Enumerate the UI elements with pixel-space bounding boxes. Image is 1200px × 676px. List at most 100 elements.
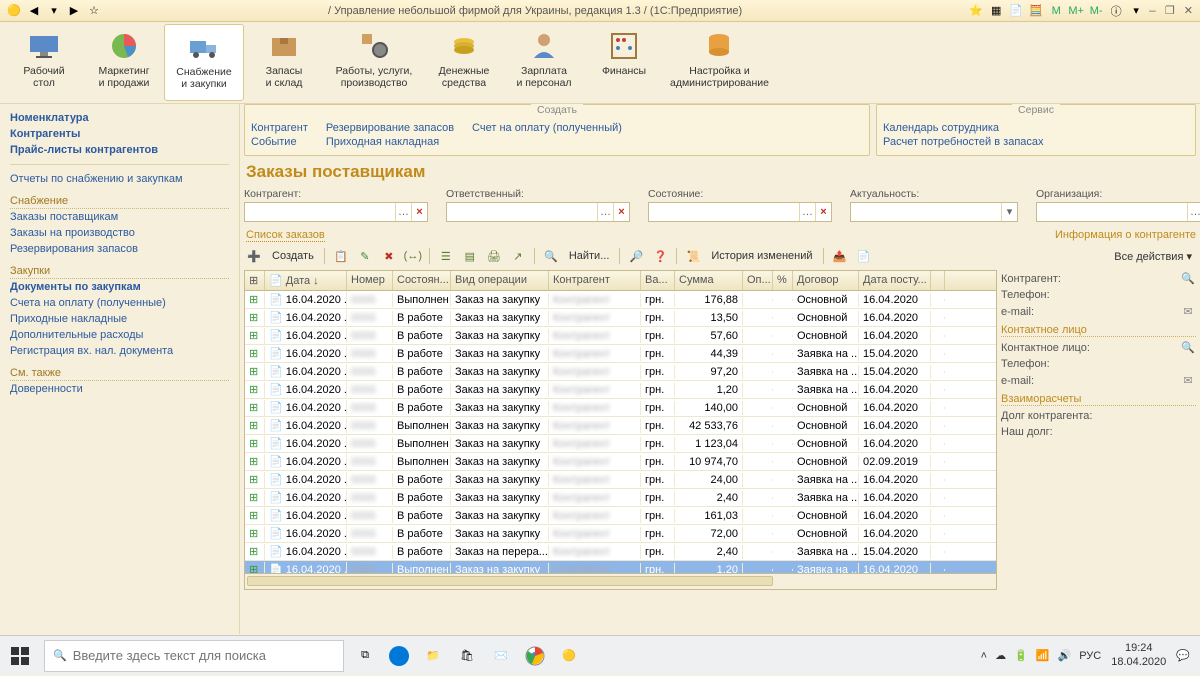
1c-icon[interactable]: 🟡 <box>552 636 586 676</box>
explorer-icon[interactable]: 📁 <box>416 636 450 676</box>
close-button[interactable]: ✕ <box>1184 6 1193 18</box>
col-pct[interactable]: % <box>773 271 793 290</box>
sidebar-item-contragents[interactable]: Контрагенты <box>10 126 229 142</box>
copy-icon[interactable]: 📋 <box>331 246 351 266</box>
clear-icon[interactable]: × <box>411 203 427 221</box>
select-icon[interactable]: … <box>799 203 815 221</box>
clear-icon[interactable]: × <box>815 203 831 221</box>
create-invoice[interactable]: Счет на оплату (полученный) <box>472 121 622 135</box>
filter-input-responsible[interactable] <box>447 206 597 218</box>
section-salary[interactable]: Зарплатаи персонал <box>504 24 584 101</box>
col-date[interactable]: 📄 Дата ↓ <box>265 271 347 290</box>
store-icon[interactable]: 🛍 <box>450 636 484 676</box>
col-state[interactable]: Состоян... <box>393 271 451 290</box>
table-row[interactable]: ⊞📄 16.04.2020 ...0000ВыполненЗаказ на за… <box>245 453 996 471</box>
task-view-icon[interactable]: ⧉ <box>348 636 382 676</box>
email-icon[interactable]: ✉ <box>1180 305 1196 318</box>
table-row[interactable]: ⊞📄 16.04.2020 ...0000ВыполненЗаказ на за… <box>245 435 996 453</box>
table-row[interactable]: ⊞📄 16.04.2020 ...0000В работеЗаказ на за… <box>245 471 996 489</box>
table-row[interactable]: ⊞📄 16.04.2020 ...0000В работеЗаказ на за… <box>245 309 996 327</box>
section-desktop[interactable]: Рабочийстол <box>4 24 84 101</box>
info-icon[interactable]: ⓘ <box>1109 4 1123 18</box>
back-icon[interactable]: ◀ <box>27 4 41 18</box>
taskbar-search[interactable]: 🔍 <box>44 640 344 672</box>
dropdown-icon[interactable]: ▾ <box>1001 203 1017 221</box>
favorite-icon[interactable]: ☆ <box>87 4 101 18</box>
history-button[interactable]: История изменений <box>707 250 816 262</box>
sidebar-item-reports[interactable]: Отчеты по снабжению и закупкам <box>10 171 229 187</box>
sidebar-item-invoices[interactable]: Счета на оплату (полученные) <box>10 295 229 311</box>
section-money[interactable]: Денежныесредства <box>424 24 504 101</box>
minimize-button[interactable]: — <box>1149 6 1156 18</box>
horizontal-scrollbar[interactable] <box>244 574 997 590</box>
clear-icon[interactable]: × <box>613 203 629 221</box>
delete-icon[interactable]: ✖ <box>379 246 399 266</box>
table-row[interactable]: ⊞📄 16.04.2020 ...0000В работеЗаказ на за… <box>245 399 996 417</box>
section-supply[interactable]: Снабжениеи закупки <box>164 24 244 101</box>
settings-icon[interactable]: 📄 <box>854 246 874 266</box>
table-row[interactable]: ⊞📄 16.04.2020 ...0000В работеЗаказ на за… <box>245 363 996 381</box>
tab-order-list[interactable]: Список заказов <box>246 229 325 242</box>
col-icon[interactable]: ⊞ <box>245 271 265 290</box>
section-admin[interactable]: Настройка иадминистрирование <box>664 24 775 101</box>
sidebar-item-receipts[interactable]: Приходные накладные <box>10 311 229 327</box>
notifications-icon[interactable]: 💬 <box>1176 649 1190 662</box>
create-receipt[interactable]: Приходная накладная <box>326 135 454 149</box>
select-icon[interactable]: … <box>1187 203 1200 221</box>
refresh-icon[interactable]: (↔) <box>403 246 423 266</box>
history-icon[interactable]: 📜 <box>683 246 703 266</box>
edit-icon[interactable]: ✎ <box>355 246 375 266</box>
table-row[interactable]: ⊞📄 16.04.2020 ...0000В работеЗаказ на за… <box>245 489 996 507</box>
start-button[interactable] <box>0 636 40 676</box>
sidebar-item-pricelists[interactable]: Прайс-листы контрагентов <box>10 142 229 158</box>
magnifier-icon[interactable]: 🔍 <box>1180 341 1196 354</box>
mail-icon[interactable]: ✉️ <box>484 636 518 676</box>
maximize-button[interactable]: ❐ <box>1165 6 1175 18</box>
service-needs[interactable]: Расчет потребностей в запасах <box>883 135 1189 149</box>
help-icon[interactable]: ❓ <box>650 246 670 266</box>
col-extra[interactable] <box>931 271 945 290</box>
mem-m-button[interactable]: M <box>1049 4 1063 18</box>
sidebar-item-tax-reg[interactable]: Регистрация вх. нал. документа <box>10 343 229 359</box>
col-operation[interactable]: Вид операции <box>451 271 549 290</box>
select-icon[interactable]: … <box>395 203 411 221</box>
sidebar-item-reservations[interactable]: Резервирования запасов <box>10 241 229 257</box>
search-icon[interactable]: 🔍 <box>541 246 561 266</box>
battery-icon[interactable]: 🔋 <box>1014 649 1028 662</box>
table-row[interactable]: ⊞📄 16.04.2020 ...0000В работеЗаказ на за… <box>245 381 996 399</box>
doc-icon[interactable]: 📄 <box>1009 4 1023 18</box>
email-icon[interactable]: ✉ <box>1180 374 1196 387</box>
create-contragent[interactable]: Контрагент <box>251 121 308 135</box>
create-event[interactable]: Событие <box>251 135 308 149</box>
clear-search-icon[interactable]: 🔎 <box>626 246 646 266</box>
mem-mminus-button[interactable]: M- <box>1089 4 1103 18</box>
sidebar-item-purchase-docs[interactable]: Документы по закупкам <box>10 279 229 295</box>
section-works[interactable]: Работы, услуги,производство <box>324 24 424 101</box>
grid-icon[interactable]: ▦ <box>989 4 1003 18</box>
forward-icon[interactable]: ▶ <box>67 4 81 18</box>
menu-dropdown-icon[interactable]: ▾ <box>1129 4 1143 18</box>
all-actions-button[interactable]: Все действия ▾ <box>1110 250 1196 263</box>
col-contragent[interactable]: Контрагент <box>549 271 641 290</box>
dropdown-icon[interactable]: ▾ <box>47 4 61 18</box>
col-number[interactable]: Номер <box>347 271 393 290</box>
col-op[interactable]: Оп... <box>743 271 773 290</box>
language-indicator[interactable]: РУС <box>1079 650 1101 662</box>
create-reservation[interactable]: Резервирование запасов <box>326 121 454 135</box>
sidebar-item-nomenclature[interactable]: Номенклатура <box>10 110 229 126</box>
cloud-icon[interactable]: ☁ <box>995 649 1006 662</box>
col-contract[interactable]: Договор <box>793 271 859 290</box>
star-icon[interactable]: ⭐ <box>969 4 983 18</box>
filter-input-relevance[interactable] <box>851 206 1001 218</box>
table-row[interactable]: ⊞📄 16.04.2020 ...0000ВыполненЗаказ на за… <box>245 291 996 309</box>
table-row[interactable]: ⊞📄 16.04.2020 ...0000ВыполненЗаказ на за… <box>245 561 996 573</box>
table-row[interactable]: ⊞📄 16.04.2020 ...0000В работеЗаказ на за… <box>245 507 996 525</box>
volume-icon[interactable]: 🔊 <box>1058 649 1072 662</box>
create-button[interactable]: Создать <box>268 250 318 262</box>
hierarchy-icon[interactable]: ☰ <box>436 246 456 266</box>
chrome-icon[interactable] <box>518 636 552 676</box>
taskbar-search-input[interactable] <box>73 648 335 663</box>
filter-icon[interactable]: ▤ <box>460 246 480 266</box>
sidebar-item-poa[interactable]: Доверенности <box>10 381 229 397</box>
col-receipt-date[interactable]: Дата посту... <box>859 271 931 290</box>
